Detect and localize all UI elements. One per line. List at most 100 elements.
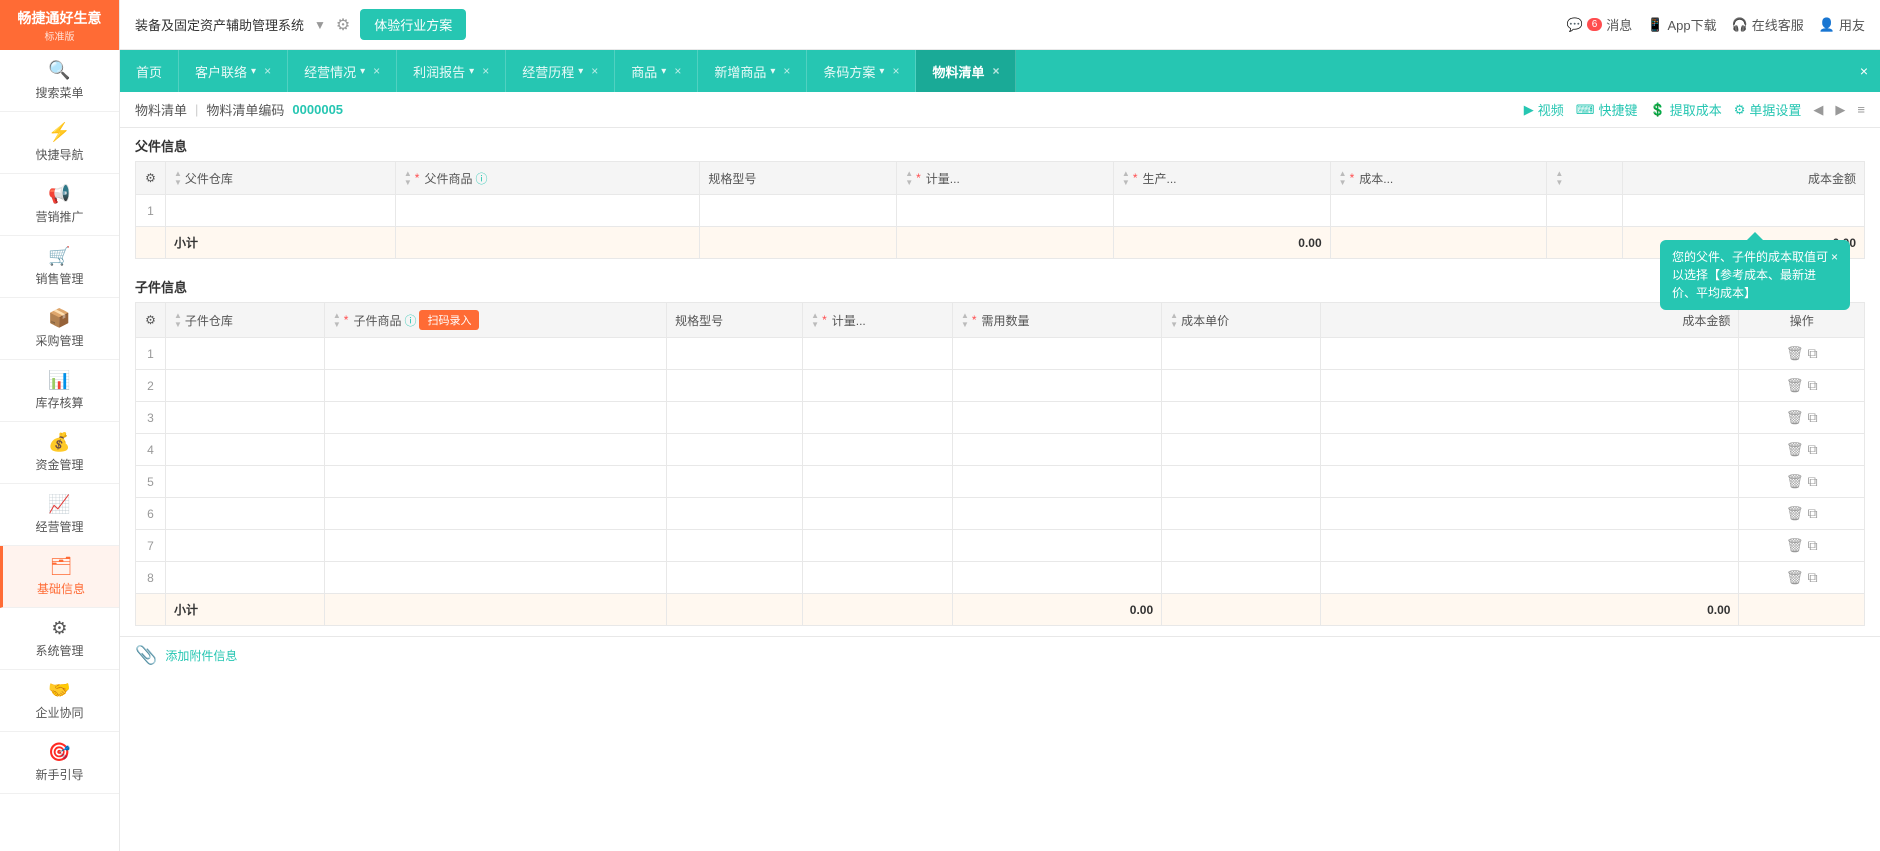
- extract-cost-button[interactable]: 💲 提取成本: [1650, 100, 1722, 119]
- copy-icon[interactable]: ⧉: [1808, 473, 1818, 490]
- tab-goods[interactable]: 商品 ▾ ×: [615, 50, 698, 92]
- child-cell-need-qty[interactable]: [952, 370, 1161, 402]
- child-cell-need-qty[interactable]: [952, 402, 1161, 434]
- child-cell-need-qty[interactable]: [952, 498, 1161, 530]
- tab-customer[interactable]: 客户联络 ▾ ×: [179, 50, 288, 92]
- copy-icon[interactable]: ⧉: [1808, 537, 1818, 554]
- child-cell-need-qty[interactable]: [952, 530, 1161, 562]
- copy-icon[interactable]: ⧉: [1808, 441, 1818, 458]
- child-cell-need-qty[interactable]: [952, 434, 1161, 466]
- sidebar-item-basic-info[interactable]: 🗂 基础信息: [0, 546, 119, 608]
- online-service-button[interactable]: 🎧 在线客服: [1732, 15, 1804, 34]
- copy-icon[interactable]: ⧉: [1808, 345, 1818, 362]
- child-cell-goods[interactable]: [324, 434, 666, 466]
- child-cell-goods[interactable]: [324, 338, 666, 370]
- child-cell-unit-cost[interactable]: [1162, 498, 1321, 530]
- parent-cell-goods[interactable]: [395, 195, 700, 227]
- tab-bom-close[interactable]: ×: [992, 64, 999, 78]
- child-cell-spec[interactable]: [667, 466, 803, 498]
- experience-button[interactable]: 体验行业方案: [360, 9, 466, 40]
- sidebar-item-search[interactable]: 🔍 搜索菜单: [0, 50, 119, 112]
- parent-cell-qty[interactable]: [897, 195, 1114, 227]
- messages-button[interactable]: 💬 6 消息: [1567, 15, 1633, 34]
- child-th-settings[interactable]: ⚙: [136, 303, 166, 338]
- child-cell-spec[interactable]: [667, 498, 803, 530]
- shortcut-button[interactable]: ⌨ 快捷键: [1576, 100, 1638, 119]
- sidebar-item-system[interactable]: ⚙ 系统管理: [0, 608, 119, 670]
- tab-goods-close[interactable]: ×: [674, 64, 681, 78]
- sidebar-item-collab[interactable]: 🤝 企业协同: [0, 670, 119, 732]
- child-cell-warehouse[interactable]: [166, 434, 325, 466]
- delete-icon[interactable]: 🗑: [1786, 473, 1804, 490]
- child-cell-qty[interactable]: [803, 370, 953, 402]
- sidebar-item-marketing[interactable]: 📢 营销推广: [0, 174, 119, 236]
- tab-profit-close[interactable]: ×: [482, 64, 489, 78]
- child-cell-qty[interactable]: [803, 562, 953, 594]
- delete-icon[interactable]: 🗑: [1786, 505, 1804, 522]
- tab-barcode-close[interactable]: ×: [892, 64, 899, 78]
- delete-icon[interactable]: 🗑: [1786, 345, 1804, 362]
- child-cell-need-qty[interactable]: [952, 562, 1161, 594]
- view-video-button[interactable]: ▶ 视频: [1524, 100, 1564, 119]
- tab-new-goods-close[interactable]: ×: [783, 64, 790, 78]
- child-cell-goods[interactable]: [324, 370, 666, 402]
- child-col-goods-info[interactable]: ⓘ: [404, 312, 416, 329]
- user-menu[interactable]: 👤 用友: [1819, 15, 1865, 34]
- child-cell-qty[interactable]: [803, 402, 953, 434]
- child-cell-unit-cost[interactable]: [1162, 530, 1321, 562]
- child-cell-warehouse[interactable]: [166, 562, 325, 594]
- nav-close-all[interactable]: ×: [1848, 63, 1880, 79]
- delete-icon[interactable]: 🗑: [1786, 441, 1804, 458]
- tooltip-close-button[interactable]: ×: [1831, 248, 1838, 266]
- app-download-button[interactable]: 📱 App下载: [1647, 15, 1716, 34]
- parent-th-settings[interactable]: ⚙: [136, 162, 166, 195]
- child-cell-qty[interactable]: [803, 466, 953, 498]
- child-cell-qty[interactable]: [803, 498, 953, 530]
- child-cell-goods[interactable]: [324, 402, 666, 434]
- delete-icon[interactable]: 🗑: [1786, 569, 1804, 586]
- grid-view-icon[interactable]: ≡: [1857, 102, 1865, 117]
- delete-icon[interactable]: 🗑: [1786, 537, 1804, 554]
- sidebar-item-purchase[interactable]: 📦 采购管理: [0, 298, 119, 360]
- parent-cell-cost[interactable]: [1330, 195, 1547, 227]
- sidebar-item-inventory[interactable]: 📊 库存核算: [0, 360, 119, 422]
- child-cell-unit-cost[interactable]: [1162, 370, 1321, 402]
- tab-barcode[interactable]: 条码方案 ▾ ×: [807, 50, 916, 92]
- child-cell-spec[interactable]: [667, 434, 803, 466]
- child-cell-unit-cost[interactable]: [1162, 338, 1321, 370]
- dropdown-arrow-icon[interactable]: ▼: [314, 18, 326, 32]
- child-cell-unit-cost[interactable]: [1162, 562, 1321, 594]
- child-cell-goods[interactable]: [324, 466, 666, 498]
- child-cell-warehouse[interactable]: [166, 466, 325, 498]
- child-cell-goods[interactable]: [324, 562, 666, 594]
- single-settings-button[interactable]: ⚙ 单据设置: [1734, 100, 1802, 119]
- parent-cell-produce[interactable]: [1113, 195, 1330, 227]
- child-cell-warehouse[interactable]: [166, 530, 325, 562]
- child-cell-qty[interactable]: [803, 434, 953, 466]
- child-cell-qty[interactable]: [803, 530, 953, 562]
- child-cell-goods[interactable]: [324, 530, 666, 562]
- copy-icon[interactable]: ⧉: [1808, 377, 1818, 394]
- tab-history-close[interactable]: ×: [591, 64, 598, 78]
- child-cell-goods[interactable]: [324, 498, 666, 530]
- tab-profit[interactable]: 利润报告 ▾ ×: [397, 50, 506, 92]
- delete-icon[interactable]: 🗑: [1786, 377, 1804, 394]
- sidebar-item-operations[interactable]: 📈 经营管理: [0, 484, 119, 546]
- nav-next-icon[interactable]: ▶: [1835, 102, 1845, 118]
- child-cell-spec[interactable]: [667, 370, 803, 402]
- child-cell-spec[interactable]: [667, 402, 803, 434]
- parent-col-goods-info[interactable]: ⓘ: [475, 170, 487, 187]
- child-cell-spec[interactable]: [667, 562, 803, 594]
- tab-home[interactable]: 首页: [120, 50, 179, 92]
- child-cell-unit-cost[interactable]: [1162, 466, 1321, 498]
- child-cell-spec[interactable]: [667, 530, 803, 562]
- child-cell-warehouse[interactable]: [166, 498, 325, 530]
- child-cell-need-qty[interactable]: [952, 338, 1161, 370]
- child-cell-qty[interactable]: [803, 338, 953, 370]
- tab-operations[interactable]: 经营情况 ▾ ×: [288, 50, 397, 92]
- copy-icon[interactable]: ⧉: [1808, 569, 1818, 586]
- delete-icon[interactable]: 🗑: [1786, 409, 1804, 426]
- sidebar-item-finance[interactable]: 💰 资金管理: [0, 422, 119, 484]
- sidebar-item-guide[interactable]: 🎯 新手引导: [0, 732, 119, 794]
- tab-customer-close[interactable]: ×: [264, 64, 271, 78]
